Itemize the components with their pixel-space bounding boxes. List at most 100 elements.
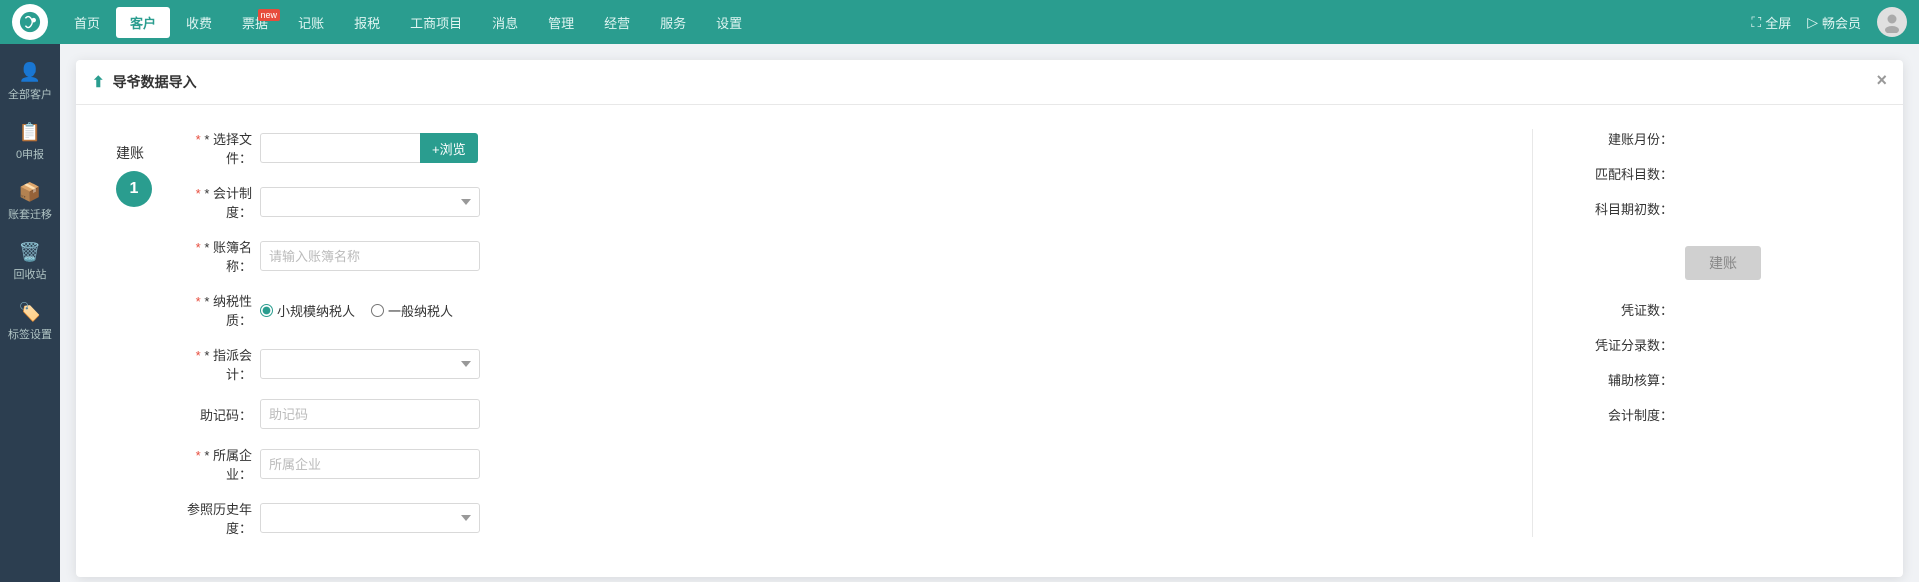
- auxiliary-calc-label: 辅助核算：: [1583, 370, 1673, 389]
- dialog-title: 导爷数据导入: [113, 72, 197, 92]
- form-grid: * 选择文件： +浏览 * 会计制度：: [172, 129, 1482, 537]
- build-month-label: 建账月份：: [1583, 129, 1673, 148]
- ledger-name-row: * 账簿名称：: [172, 237, 1482, 275]
- match-subjects-label: 匹配科目数：: [1583, 164, 1673, 183]
- app-logo[interactable]: [12, 4, 48, 40]
- sidebar-item-tag-settings[interactable]: 🏷️ 标签设置: [2, 294, 58, 350]
- small-taxpayer-radio[interactable]: [260, 304, 273, 317]
- tax-type-radio-group: 小规模纳税人 一般纳税人: [260, 301, 453, 320]
- tax-type-row: * 纳税性质： 小规模纳税人 一般纳税人: [172, 291, 1482, 329]
- main-layout: 👤 全部客户 📋 0申报 📦 账套迁移 🗑️ 回收站 🏷️ 标签设置 ⬆ 导爷数…: [0, 44, 1919, 582]
- file-input-group: +浏览: [260, 133, 478, 163]
- general-taxpayer-label: 一般纳税人: [388, 301, 453, 320]
- voucher-count-label: 凭证数：: [1583, 300, 1673, 319]
- accounting-system-select[interactable]: [260, 187, 480, 217]
- info-section: 建账月份： 匹配科目数： 科目期初数： 建账 凭证: [1583, 129, 1863, 537]
- nav-item-tax[interactable]: 报税: [340, 7, 394, 38]
- affiliated-company-row: * 所属企业：: [172, 445, 1482, 483]
- zero-declaration-icon: 📋: [19, 122, 41, 143]
- user-avatar[interactable]: [1877, 7, 1907, 37]
- small-taxpayer-option[interactable]: 小规模纳税人: [260, 301, 355, 320]
- sidebar-item-label: 标签设置: [8, 326, 52, 342]
- new-badge: new: [258, 9, 281, 21]
- history-year-row: 参照历史年度：: [172, 499, 1482, 537]
- ledger-name-label: * 账簿名称：: [172, 237, 252, 275]
- browse-button[interactable]: +浏览: [420, 133, 478, 163]
- vip-label: 畅会员: [1822, 13, 1861, 32]
- sidebar-item-zero-declaration[interactable]: 📋 0申报: [2, 114, 58, 170]
- tax-type-label: * 纳税性质：: [172, 291, 252, 329]
- nav-item-settings[interactable]: 设置: [702, 7, 756, 38]
- auxiliary-calc-row: 辅助核算：: [1583, 370, 1863, 389]
- dialog-body: 建账 1 * 选择文件： +浏览: [76, 105, 1903, 577]
- sidebar-item-label: 账套迁移: [8, 206, 52, 222]
- nav-item-fees[interactable]: 收费: [172, 7, 226, 38]
- nav-item-business[interactable]: 工商项目: [396, 7, 476, 38]
- import-dialog: ⬆ 导爷数据导入 × 建账 1 * 选择文件：: [76, 60, 1903, 577]
- file-input[interactable]: [260, 133, 420, 163]
- vip-toggle[interactable]: ▷ 畅会员: [1807, 13, 1861, 32]
- nav-menu: 首页 客户 收费 票据 new 记账 报税 工商项目 消息 管理 经营 服务 设…: [60, 7, 1751, 38]
- fullscreen-toggle[interactable]: ⛶ 全屏: [1751, 13, 1791, 32]
- subjects-opening-row: 科目期初数：: [1583, 199, 1863, 218]
- match-subjects-row: 匹配科目数：: [1583, 164, 1863, 183]
- accounting-system-label: * 会计制度：: [172, 183, 252, 221]
- file-row: * 选择文件： +浏览: [172, 129, 1482, 167]
- dialog-close-button[interactable]: ×: [1876, 70, 1887, 91]
- accounting-system-info-label: 会计制度：: [1583, 405, 1673, 424]
- assign-accountant-row: * 指派会计：: [172, 345, 1482, 383]
- file-label: * 选择文件：: [172, 129, 252, 167]
- nav-item-home[interactable]: 首页: [60, 7, 114, 38]
- subjects-opening-label: 科目期初数：: [1583, 199, 1673, 218]
- sidebar-item-all-customers[interactable]: 👤 全部客户: [2, 54, 58, 110]
- voucher-entries-label: 凭证分录数：: [1583, 335, 1673, 354]
- sidebar-item-label: 全部客户: [8, 86, 52, 102]
- sidebar: 👤 全部客户 📋 0申报 📦 账套迁移 🗑️ 回收站 🏷️ 标签设置: [0, 44, 60, 582]
- memo-code-row: 助记码：: [172, 399, 1482, 429]
- history-year-select[interactable]: [260, 503, 480, 533]
- accounting-system-info-row: 会计制度：: [1583, 405, 1863, 424]
- sidebar-item-account-migration[interactable]: 📦 账套迁移: [2, 174, 58, 230]
- nav-item-bills[interactable]: 票据 new: [228, 7, 282, 38]
- build-month-row: 建账月份：: [1583, 129, 1863, 148]
- assign-accountant-select[interactable]: [260, 349, 480, 379]
- history-year-label: 参照历史年度：: [172, 499, 252, 537]
- voucher-entries-row: 凭证分录数：: [1583, 335, 1863, 354]
- nav-item-messages[interactable]: 消息: [478, 7, 532, 38]
- tag-settings-icon: 🏷️: [19, 302, 41, 323]
- step-badge: 1: [116, 171, 152, 207]
- account-migration-icon: 📦: [19, 182, 41, 203]
- dialog-header: ⬆ 导爷数据导入 ×: [76, 60, 1903, 105]
- nav-item-service[interactable]: 服务: [646, 7, 700, 38]
- nav-right-actions: ⛶ 全屏 ▷ 畅会员: [1751, 7, 1907, 37]
- ledger-name-input[interactable]: [260, 241, 480, 271]
- nav-item-bookkeeping[interactable]: 记账: [284, 7, 338, 38]
- small-taxpayer-label: 小规模纳税人: [277, 301, 355, 320]
- sidebar-item-recycle-bin[interactable]: 🗑️ 回收站: [2, 234, 58, 290]
- form-section: 建账 1 * 选择文件： +浏览: [116, 129, 1482, 537]
- vip-icon: ▷: [1807, 14, 1818, 31]
- vertical-divider: [1532, 129, 1533, 537]
- affiliated-company-input[interactable]: [260, 449, 480, 479]
- nav-item-customers[interactable]: 客户: [116, 7, 170, 38]
- general-taxpayer-radio[interactable]: [371, 304, 384, 317]
- voucher-count-row: 凭证数：: [1583, 300, 1863, 319]
- nav-item-management[interactable]: 管理: [534, 7, 588, 38]
- build-account-button[interactable]: 建账: [1685, 246, 1761, 280]
- fullscreen-label: 全屏: [1765, 13, 1791, 32]
- sidebar-item-label: 回收站: [14, 266, 47, 282]
- memo-code-label: 助记码：: [172, 405, 252, 424]
- fullscreen-icon: ⛶: [1751, 14, 1761, 31]
- import-icon: ⬆: [92, 73, 105, 91]
- top-navbar: 首页 客户 收费 票据 new 记账 报税 工商项目 消息 管理 经营 服务 设…: [0, 0, 1919, 44]
- assign-accountant-label: * 指派会计：: [172, 345, 252, 383]
- accounting-system-row: * 会计制度：: [172, 183, 1482, 221]
- step-label: 建账: [116, 143, 144, 163]
- memo-code-input[interactable]: [260, 399, 480, 429]
- affiliated-company-label: * 所属企业：: [172, 445, 252, 483]
- nav-item-operations[interactable]: 经营: [590, 7, 644, 38]
- content-area: ⬆ 导爷数据导入 × 建账 1 * 选择文件：: [60, 44, 1919, 582]
- all-customers-icon: 👤: [19, 62, 41, 83]
- recycle-bin-icon: 🗑️: [19, 242, 41, 263]
- general-taxpayer-option[interactable]: 一般纳税人: [371, 301, 453, 320]
